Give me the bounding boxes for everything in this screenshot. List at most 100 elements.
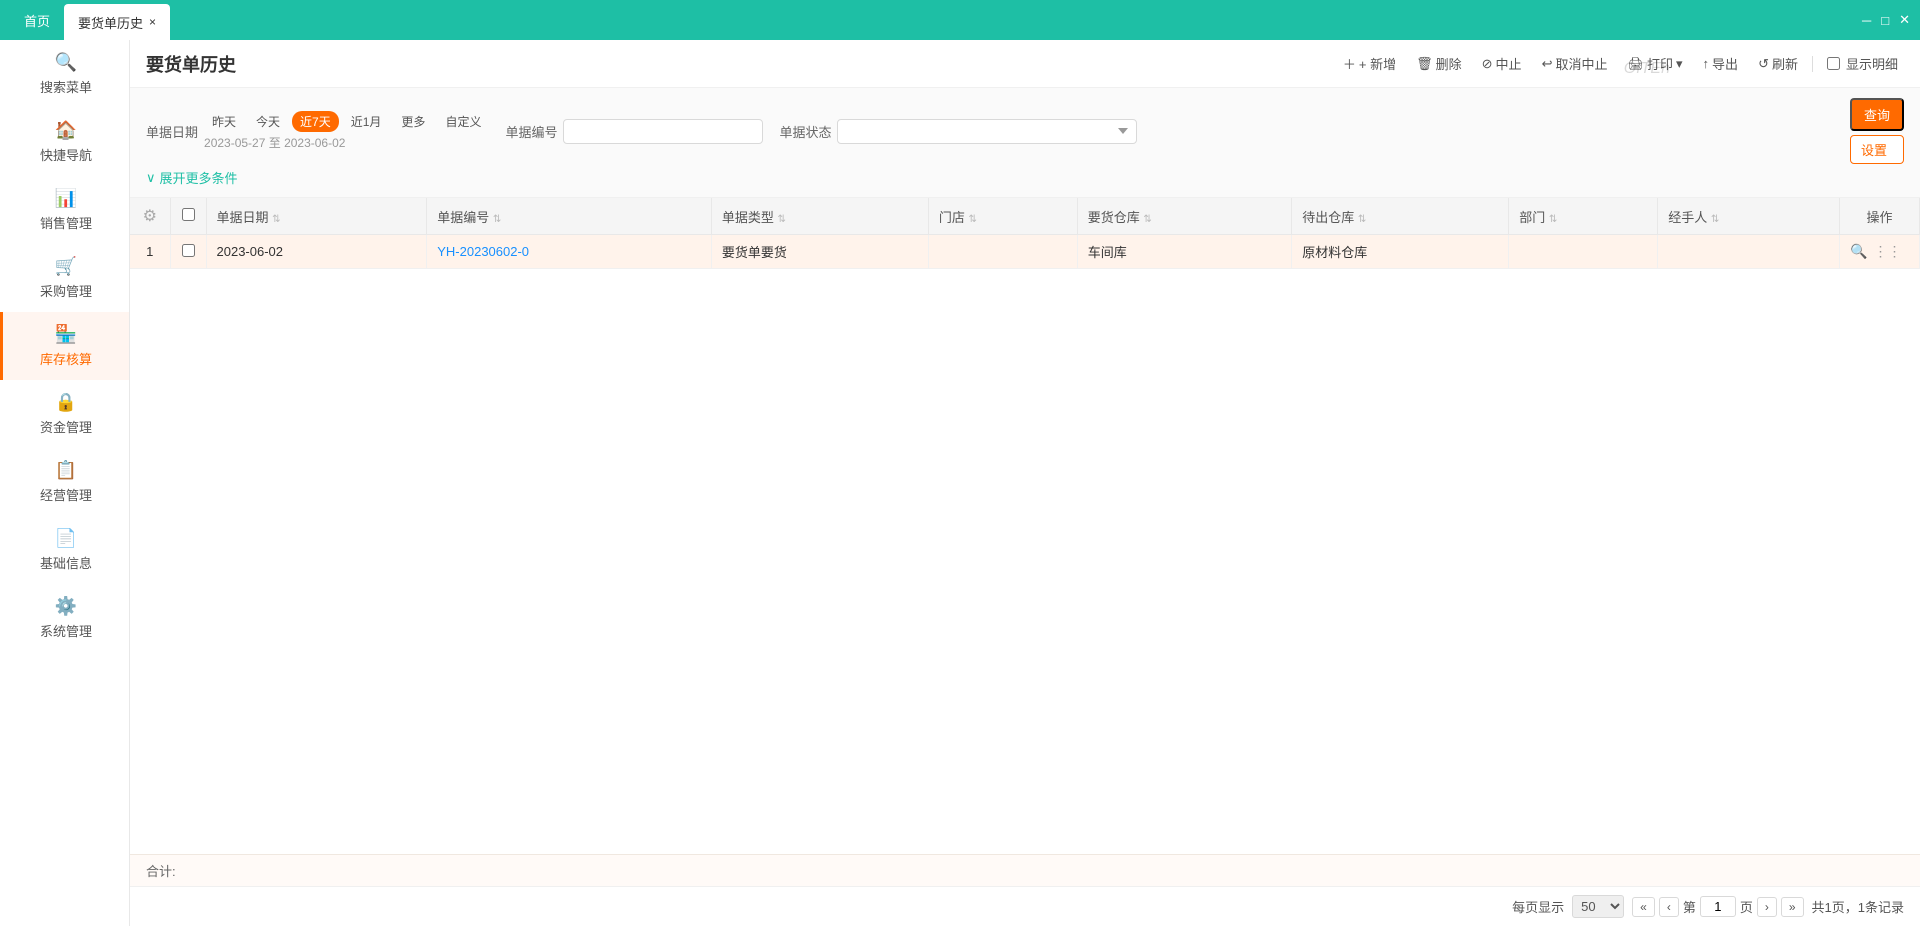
sidebar-item-finance[interactable]: 🔒 资金管理 [0,380,129,448]
th-req-warehouse[interactable]: 要货仓库 ⇅ [1077,198,1292,235]
sidebar-item-search-menu[interactable]: 🔍 搜索菜单 [0,40,129,108]
minimize-button[interactable]: ─ [1862,13,1871,28]
date-option-list: 昨天 今天 近7天 近1月 更多 自定义 [204,111,489,132]
row-order-type: 要货单要货 [711,235,928,269]
date-btn-7days[interactable]: 近7天 [292,111,339,132]
th-date[interactable]: 单据日期 ⇅ [206,198,427,235]
close-window-button[interactable]: ✕ [1899,12,1910,28]
print-icon: 🖨 [1627,56,1644,72]
summary-label: 合计: [146,864,176,879]
export-button[interactable]: ↑ 导出 [1697,50,1745,77]
settings-button[interactable]: 设置 [1850,135,1904,164]
select-all-checkbox[interactable] [182,208,195,221]
th-handler[interactable]: 经手人 ⇅ [1658,198,1840,235]
sidebar-item-basic-info[interactable]: 📄 基础信息 [0,516,129,584]
order-no-filter-group: 单据编号 [505,119,763,144]
sort-icon-req-warehouse: ⇅ [1143,214,1151,225]
date-range-display: 2023-05-27 至 2023-06-02 [204,134,489,151]
page-header: 要货单历史 ＋ + 新增 🗑 删除 ⊘ 中止 ↩ 取消中止 [130,40,1920,88]
content-area: 要货单历史 ＋ + 新增 🗑 删除 ⊘ 中止 ↩ 取消中止 [130,40,1920,926]
row-store [928,235,1077,269]
sidebar-item-sales[interactable]: 📊 销售管理 [0,176,129,244]
display-detail-button[interactable]: 显示明细 [1821,50,1904,77]
row-checkbox-cell [170,235,206,269]
sort-icon-store: ⇅ [968,214,976,225]
sidebar-item-label: 资金管理 [40,417,92,436]
quick-nav-icon: 🏠 [55,120,77,141]
filter-area: 单据日期 昨天 今天 近7天 近1月 更多 自定义 2023-05-27 至 2… [130,88,1920,198]
refresh-icon: ↺ [1758,56,1769,72]
query-button[interactable]: 查询 [1850,98,1904,131]
cancel-suspend-button[interactable]: ↩ 取消中止 [1536,50,1614,77]
suspend-button[interactable]: ⊘ 中止 [1476,50,1528,77]
sidebar: 🔍 搜索菜单 🏠 快捷导航 📊 销售管理 🛒 采购管理 🏪 库存核算 🔒 资金管… [0,40,130,926]
sidebar-item-system[interactable]: ⚙️ 系统管理 [0,584,129,652]
filter-row: 单据日期 昨天 今天 近7天 近1月 更多 自定义 2023-05-27 至 2… [146,98,1904,164]
refresh-button[interactable]: ↺ 刷新 [1752,50,1804,77]
add-button[interactable]: ＋ + 新增 [1337,50,1402,77]
page-navigation: « ‹ 第 页 › » [1632,896,1803,917]
per-page-label: 每页显示 [1512,897,1564,916]
tab-home[interactable]: 首页 [10,0,64,40]
order-no-link[interactable]: YH-20230602-0 [437,244,529,259]
sidebar-item-label: 采购管理 [40,281,92,300]
toolbar-divider [1812,56,1813,72]
sort-icon-order-no: ⇅ [493,214,501,225]
tab-close-icon[interactable]: × [149,15,156,29]
tab-list: 首页 要货单历史 × [10,0,1862,40]
sidebar-item-quick-nav[interactable]: 🏠 快捷导航 [0,108,129,176]
sidebar-item-label: 库存核算 [40,349,92,368]
operation-icon: 📋 [55,460,77,481]
prev-page-button[interactable]: ‹ [1659,897,1679,917]
delete-button[interactable]: 🗑 删除 [1410,50,1468,77]
th-store[interactable]: 门店 ⇅ [928,198,1077,235]
date-btn-custom[interactable]: 自定义 [437,111,489,132]
date-filter-group: 单据日期 昨天 今天 近7天 近1月 更多 自定义 2023-05-27 至 2… [146,111,489,151]
row-index: 1 [130,235,170,269]
data-table: ⚙ 单据日期 ⇅ 单据编号 ⇅ [130,198,1920,269]
first-page-button[interactable]: « [1632,897,1655,917]
table-row: 1 2023-06-02 YH-20230602-0 要货单要货 车间库 原材料… [130,235,1920,269]
tab-active[interactable]: 要货单历史 × [64,4,170,40]
sidebar-item-label: 系统管理 [40,621,92,640]
status-select[interactable] [837,119,1137,144]
page-label: 第 [1683,897,1696,916]
action-buttons: 查询 设置 [1850,98,1904,164]
row-more-icon[interactable]: ⋮⋮ [1873,243,1901,260]
date-filter-label: 单据日期 [146,122,198,141]
cancel-suspend-icon: ↩ [1542,56,1553,72]
sort-icon-order-type: ⇅ [777,214,785,225]
date-btn-today[interactable]: 今天 [248,111,288,132]
last-page-button[interactable]: » [1781,897,1804,917]
order-no-input[interactable] [563,119,763,144]
system-icon: ⚙️ [55,596,77,617]
page-suffix: 页 [1740,897,1753,916]
status-filter-group: 单据状态 [779,119,1834,144]
expand-filter-button[interactable]: ∨ 展开更多条件 [146,168,1904,187]
table-body: 1 2023-06-02 YH-20230602-0 要货单要货 车间库 原材料… [130,235,1920,269]
date-btn-yesterday[interactable]: 昨天 [204,111,244,132]
th-order-no[interactable]: 单据编号 ⇅ [427,198,712,235]
th-department[interactable]: 部门 ⇅ [1509,198,1658,235]
order-no-label: 单据编号 [505,122,557,141]
next-page-button[interactable]: › [1757,897,1777,917]
sidebar-item-inventory[interactable]: 🏪 库存核算 [0,312,129,380]
purchase-icon: 🛒 [55,256,77,277]
row-checkbox[interactable] [182,244,195,257]
date-btn-more[interactable]: 更多 [393,111,433,132]
row-department [1509,235,1658,269]
column-settings-button[interactable]: ⚙ [143,206,157,226]
page-input[interactable] [1700,896,1736,917]
per-page-select[interactable]: 50 20 100 200 [1572,895,1624,918]
sidebar-item-purchase[interactable]: 🛒 采购管理 [0,244,129,312]
th-order-type[interactable]: 单据类型 ⇅ [711,198,928,235]
th-settings: ⚙ [130,198,170,235]
sidebar-item-label: 销售管理 [40,213,92,232]
sidebar-item-operation[interactable]: 📋 经营管理 [0,448,129,516]
maximize-button[interactable]: □ [1881,13,1889,28]
th-pending-warehouse[interactable]: 待出仓库 ⇅ [1292,198,1509,235]
display-detail-checkbox[interactable] [1827,57,1840,70]
print-button[interactable]: 🖨 打印 ▾ [1621,50,1688,77]
row-view-icon[interactable]: 🔍 [1850,243,1867,260]
date-btn-1month[interactable]: 近1月 [343,111,390,132]
